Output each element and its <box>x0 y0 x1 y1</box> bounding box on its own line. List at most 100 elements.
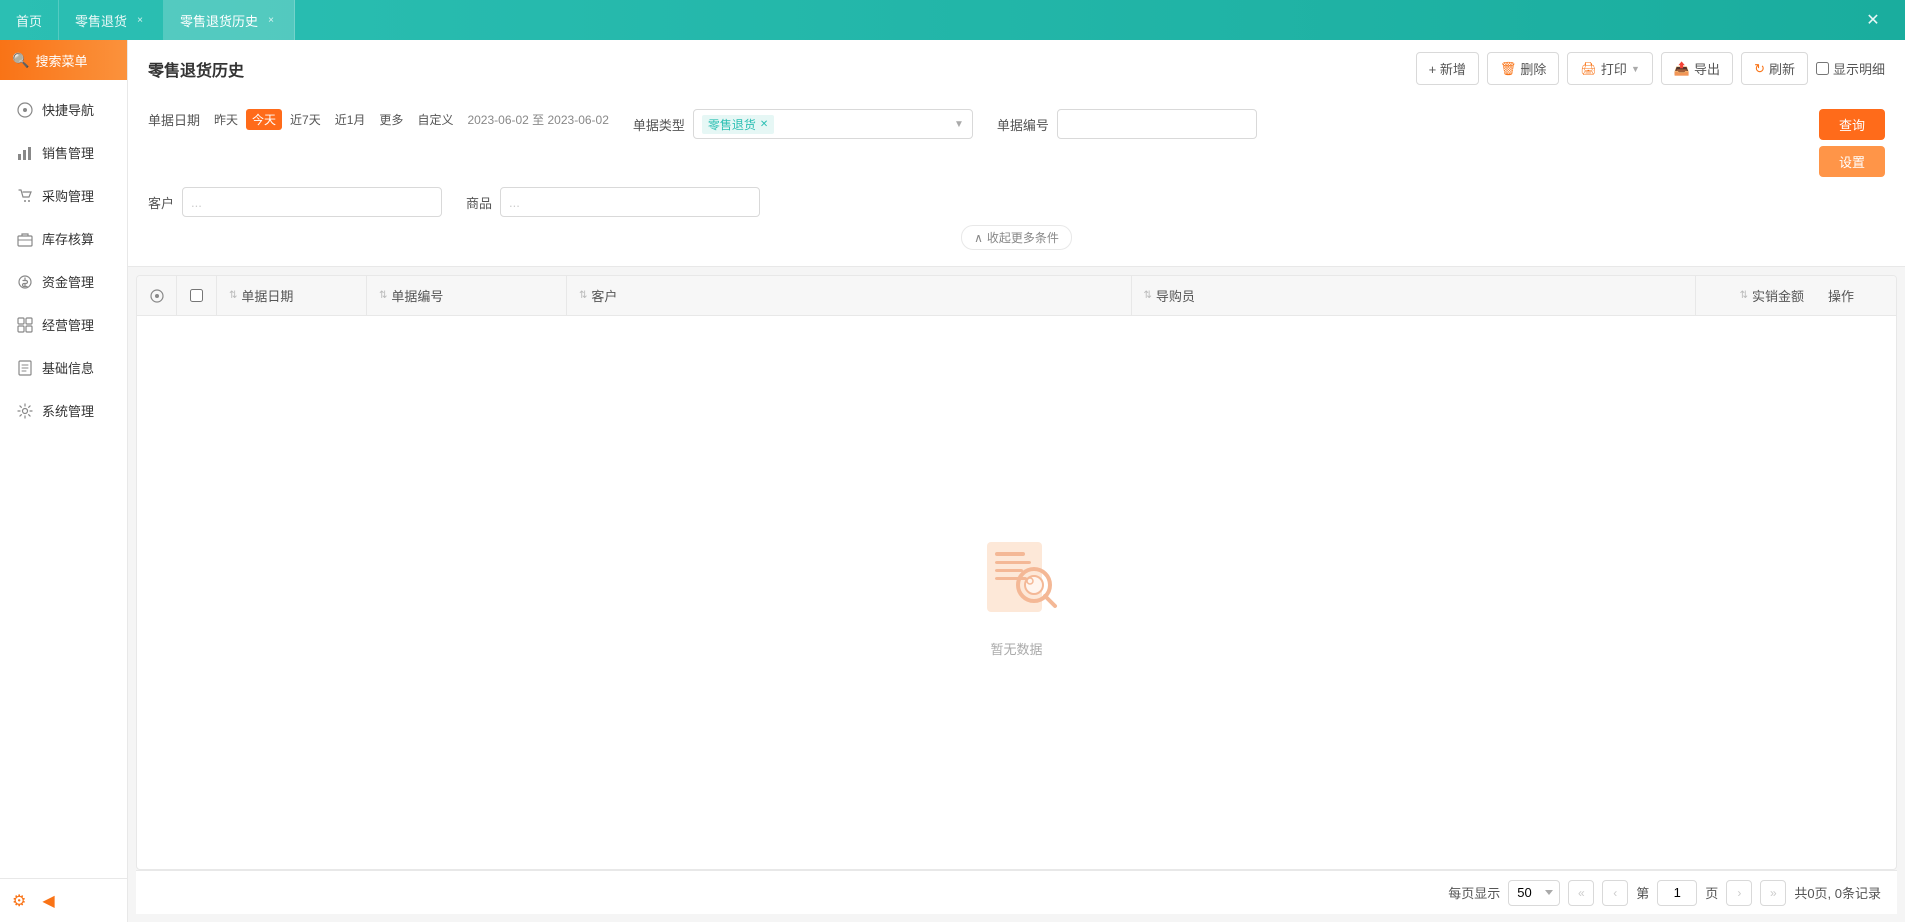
tab-home-label: 首页 <box>16 11 42 30</box>
query-button[interactable]: 查询 <box>1819 109 1885 140</box>
date-opt-more[interactable]: 更多 <box>373 109 409 130</box>
top-bar: 首页 零售退货 × 零售退货历史 × ✕ <box>0 0 1905 40</box>
inventory-icon <box>16 230 34 248</box>
date-opt-7days[interactable]: 近7天 <box>284 109 327 130</box>
th-operation: 操作 <box>1816 276 1896 315</box>
customer-input[interactable]: ... <box>182 187 442 217</box>
table-wrapper: ⇅ 单据日期 ⇅ 单据编号 ⇅ 客户 ⇅ 导购员 <box>136 275 1897 914</box>
page-di-label: 第 <box>1636 883 1649 902</box>
goods-filter-label: 商品 <box>466 193 492 212</box>
sidebar-item-operations-mgmt[interactable]: 经营管理 <box>0 303 127 346</box>
date-opt-custom[interactable]: 自定义 <box>411 109 459 130</box>
tab-retail-return[interactable]: 零售退货 × <box>59 0 164 40</box>
doc-type-select[interactable]: 零售退货 ✕ ▼ <box>693 109 973 139</box>
query-setting-btns: 查询 设置 <box>1819 109 1885 177</box>
select-all-checkbox-cell[interactable] <box>177 276 217 315</box>
show-detail-checkbox[interactable]: 显示明细 <box>1816 59 1885 78</box>
sidebar-item-purchase-mgmt-label: 采购管理 <box>42 186 94 205</box>
delete-button[interactable]: 🗑 删除 <box>1487 52 1560 85</box>
doc-type-tag-close[interactable]: ✕ <box>760 119 768 130</box>
next-page-button[interactable]: › <box>1726 880 1752 906</box>
export-button[interactable]: 📤 导出 <box>1661 52 1733 85</box>
page-title: 零售退货历史 <box>148 57 244 81</box>
sidebar-search-bar[interactable]: 🔍 搜索菜单 <box>0 40 127 80</box>
tab-retail-return-history[interactable]: 零售退货历史 × <box>164 0 295 40</box>
select-all-checkbox[interactable] <box>190 289 203 302</box>
date-filter: 单据日期 昨天 今天 近7天 近1月 更多 自定义 2023-06-02 至 2… <box>148 109 609 130</box>
sidebar-item-sales-mgmt-label: 销售管理 <box>42 143 94 162</box>
sidebar-item-operations-mgmt-label: 经营管理 <box>42 315 94 334</box>
date-opt-today[interactable]: 今天 <box>246 109 282 130</box>
collapse-row: ∧ 收起更多条件 <box>148 221 1885 258</box>
sidebar-item-base-info[interactable]: 基础信息 <box>0 346 127 389</box>
refresh-label: 刷新 <box>1769 59 1795 78</box>
chevron-up-icon: ∧ <box>974 231 983 245</box>
page-size-select[interactable]: 10 20 50 100 <box>1508 880 1560 906</box>
setting-button[interactable]: 设置 <box>1819 146 1885 177</box>
delete-icon: 🗑 <box>1500 61 1517 77</box>
print-chevron-icon: ▼ <box>1631 64 1640 74</box>
refresh-button[interactable]: ↻ 刷新 <box>1741 52 1808 85</box>
settings-bottom-icon[interactable]: ⚙ <box>12 891 26 911</box>
export-label: 导出 <box>1694 59 1720 78</box>
print-button[interactable]: 🖨 打印 ▼ <box>1567 52 1652 85</box>
doc-type-filter: 单据类型 零售退货 ✕ ▼ <box>633 109 973 139</box>
sidebar: 🔍 搜索菜单 快捷导航 销售管理 采购管理 <box>0 40 128 922</box>
content-area: 零售退货历史 + 新增 🗑 删除 🖨 打印 ▼ 📤 导出 <box>128 40 1905 922</box>
th-actual-amount-label: 实销金额 <box>1752 286 1804 305</box>
doc-number-label: 单据编号 <box>997 115 1049 134</box>
date-filter-label: 单据日期 <box>148 110 200 129</box>
tab-home[interactable]: 首页 <box>0 0 59 40</box>
doc-type-chevron-icon: ▼ <box>954 119 964 130</box>
system-mgmt-icon <box>16 402 34 420</box>
th-doc-number-label: 单据编号 <box>391 286 443 305</box>
tab-bar: 首页 零售退货 × 零售退货历史 × <box>0 0 1857 40</box>
sidebar-item-system-mgmt[interactable]: 系统管理 <box>0 389 127 432</box>
date-opt-yesterday[interactable]: 昨天 <box>208 109 244 130</box>
sidebar-item-finance-mgmt[interactable]: 资金管理 <box>0 260 127 303</box>
tab-retail-return-close[interactable]: × <box>133 13 147 27</box>
th-doc-number[interactable]: ⇅ 单据编号 <box>367 276 567 315</box>
sidebar-item-quick-nav-label: 快捷导航 <box>42 100 94 119</box>
prev-page-button[interactable]: ‹ <box>1602 880 1628 906</box>
goods-filter: 商品 ... <box>466 187 760 217</box>
page-title-row: 零售退货历史 + 新增 🗑 删除 🖨 打印 ▼ 📤 导出 <box>148 52 1885 85</box>
doc-number-input[interactable] <box>1057 109 1257 139</box>
sidebar-bottom: ⚙ ◀ <box>0 878 127 922</box>
table-settings-icon-cell[interactable] <box>137 276 177 315</box>
show-detail-input[interactable] <box>1816 62 1829 75</box>
window-close-button[interactable]: ✕ <box>1857 4 1889 36</box>
sidebar-item-finance-mgmt-label: 资金管理 <box>42 272 94 291</box>
sidebar-item-inventory[interactable]: 库存核算 <box>0 217 127 260</box>
last-page-button[interactable]: » <box>1760 880 1786 906</box>
base-info-icon <box>16 359 34 377</box>
th-customer[interactable]: ⇅ 客户 <box>567 276 1132 315</box>
search-icon: 🔍 <box>12 52 29 69</box>
current-page-input[interactable] <box>1657 880 1697 906</box>
th-doc-date[interactable]: ⇅ 单据日期 <box>217 276 367 315</box>
delete-label: 删除 <box>1520 59 1546 78</box>
sort-icon-guide: ⇅ <box>1144 290 1152 301</box>
doc-type-tag: 零售退货 ✕ <box>702 115 774 134</box>
date-opt-1month[interactable]: 近1月 <box>329 109 372 130</box>
th-guide-label: 导购员 <box>1156 286 1195 305</box>
collapse-sidebar-icon[interactable]: ◀ <box>42 891 54 911</box>
sidebar-item-purchase-mgmt[interactable]: 采购管理 <box>0 174 127 217</box>
first-page-button[interactable]: « <box>1568 880 1594 906</box>
th-doc-date-label: 单据日期 <box>241 286 293 305</box>
pagination-summary: 共0页, 0条记录 <box>1794 883 1881 902</box>
tab-retail-return-history-close[interactable]: × <box>264 13 278 27</box>
th-guide[interactable]: ⇅ 导购员 <box>1132 276 1697 315</box>
page-size-label: 每页显示 <box>1448 883 1500 902</box>
collapse-button[interactable]: ∧ 收起更多条件 <box>961 225 1072 250</box>
sidebar-item-quick-nav[interactable]: 快捷导航 <box>0 88 127 131</box>
goods-input[interactable]: ... <box>500 187 760 217</box>
main-layout: 🔍 搜索菜单 快捷导航 销售管理 采购管理 <box>0 40 1905 922</box>
table-header: ⇅ 单据日期 ⇅ 单据编号 ⇅ 客户 ⇅ 导购员 <box>137 276 1896 316</box>
tab-retail-return-history-label: 零售退货历史 <box>180 11 258 30</box>
add-button[interactable]: + 新增 <box>1416 52 1479 85</box>
sort-icon-actual-amount: ⇅ <box>1740 290 1748 301</box>
sort-icon-customer: ⇅ <box>579 290 587 301</box>
goods-placeholder: ... <box>509 195 520 210</box>
sidebar-item-sales-mgmt[interactable]: 销售管理 <box>0 131 127 174</box>
